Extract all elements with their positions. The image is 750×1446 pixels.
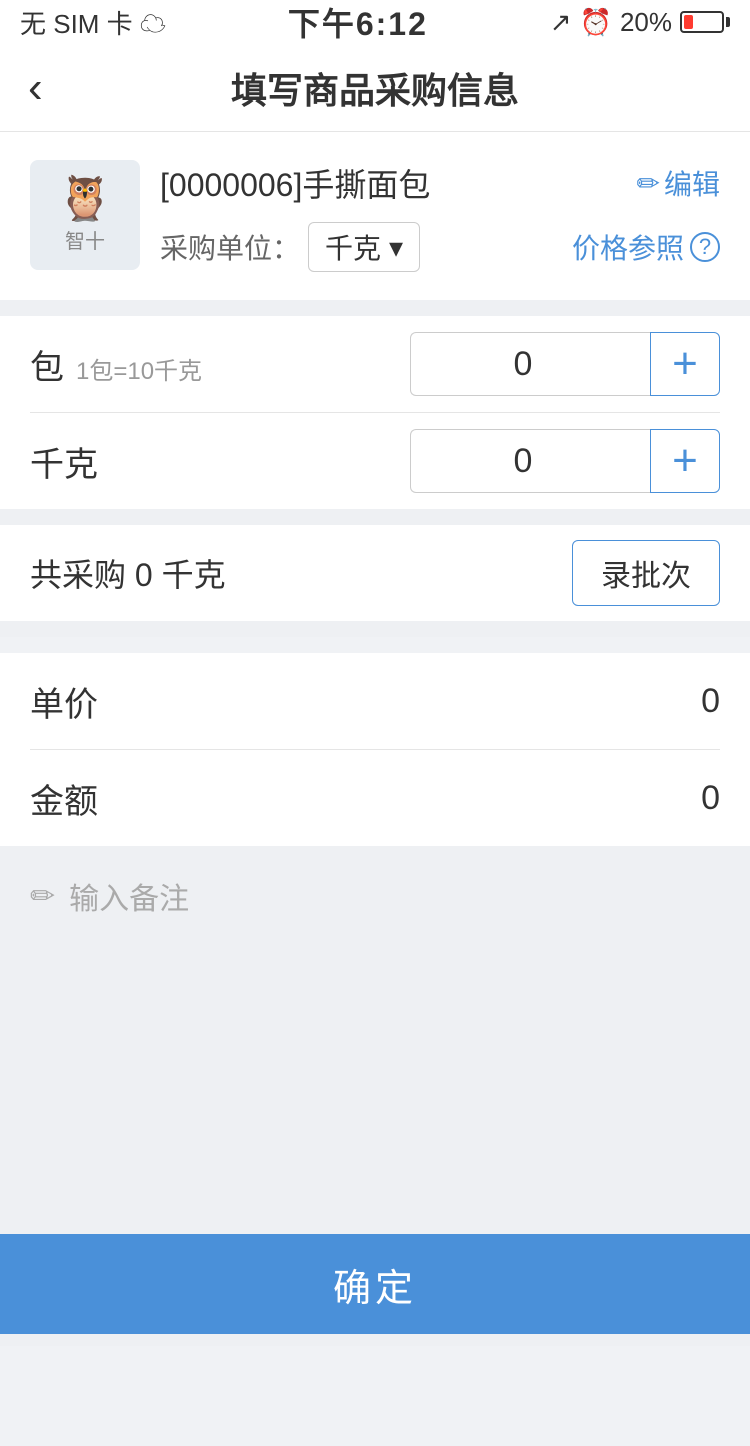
remark-placeholder: 输入备注: [69, 874, 189, 918]
bao-label: 包 1包=10千克: [30, 340, 202, 389]
divider-3: [0, 621, 750, 637]
edit-icon: ✏: [637, 167, 660, 200]
bao-input-right: +: [410, 332, 720, 396]
battery-percent: 20%: [620, 7, 672, 38]
summary-text: 共采购 0 千克: [30, 550, 226, 596]
edit-button[interactable]: ✏ 编辑: [637, 163, 720, 203]
product-name: [0000006]手撕面包: [160, 160, 430, 206]
unit-price-label: 单价: [30, 677, 98, 726]
bao-input-row: 包 1包=10千克 +: [0, 316, 750, 412]
product-image: 🦉 智十: [30, 160, 140, 270]
divider-1: [0, 300, 750, 316]
price-ref-label: 价格参照: [572, 227, 684, 267]
alarm-icon: ⏰: [580, 7, 612, 38]
nav-bar: ‹ 填写商品采购信息: [0, 44, 750, 132]
unit-price-row: 单价 0: [0, 653, 750, 749]
bao-sublabel: 1包=10千克: [76, 351, 202, 386]
product-card: 🦉 智十 [0000006]手撕面包 ✏ 编辑 采购单位： 千克 ▾: [0, 132, 750, 300]
unit-value: 千克: [325, 227, 381, 267]
kg-quantity-input[interactable]: [410, 429, 650, 493]
info-section: 单价 0 金额 0: [0, 653, 750, 846]
status-time: 下午6:12: [288, 0, 428, 45]
input-section: 包 1包=10千克 + 千克 +: [0, 316, 750, 509]
pencil-icon: ✏: [30, 879, 55, 914]
help-icon: ?: [690, 232, 720, 262]
product-info: [0000006]手撕面包 ✏ 编辑 采购单位： 千克 ▾ 价格参照 ?: [160, 160, 720, 272]
summary-row: 共采购 0 千克 录批次: [0, 525, 750, 621]
sim-label: 无 SIM 卡 ☁: [20, 4, 166, 41]
chevron-down-icon: ▾: [389, 231, 403, 264]
kg-label: 千克: [30, 437, 98, 486]
divider-2: [0, 509, 750, 525]
kg-plus-button[interactable]: +: [650, 429, 720, 493]
back-button[interactable]: ‹: [28, 66, 43, 110]
status-left: 无 SIM 卡 ☁: [20, 4, 166, 41]
amount-label: 金额: [30, 774, 98, 823]
amount-value: 0: [701, 779, 720, 818]
product-name-row: [0000006]手撕面包 ✏ 编辑: [160, 160, 720, 206]
status-bar: 无 SIM 卡 ☁ 下午6:12 ↗ ⏰ 20%: [0, 0, 750, 44]
status-right: ↗ ⏰ 20%: [550, 7, 730, 38]
kg-input-right: +: [410, 429, 720, 493]
summary-section: 共采购 0 千克 录批次: [0, 525, 750, 621]
confirm-button[interactable]: 确定: [0, 1234, 750, 1334]
product-logo: 🦉: [58, 177, 113, 221]
remark-section[interactable]: ✏ 输入备注: [0, 846, 750, 946]
product-image-label: 智十: [65, 225, 105, 254]
unit-price-value: 0: [701, 682, 720, 721]
battery-indicator: [680, 11, 730, 33]
unit-label: 采购单位：: [160, 227, 300, 267]
page-title: 填写商品采购信息: [231, 62, 519, 114]
location-icon: ↗: [550, 7, 572, 38]
product-unit-row: 采购单位： 千克 ▾ 价格参照 ?: [160, 222, 720, 272]
kg-input-row: 千克 +: [0, 413, 750, 509]
record-batch-button[interactable]: 录批次: [572, 540, 720, 606]
bao-plus-button[interactable]: +: [650, 332, 720, 396]
price-ref-button[interactable]: 价格参照 ?: [572, 227, 720, 267]
unit-select[interactable]: 千克 ▾: [308, 222, 420, 272]
bao-quantity-input[interactable]: [410, 332, 650, 396]
edit-label: 编辑: [664, 163, 720, 203]
amount-row: 金额 0: [0, 750, 750, 846]
